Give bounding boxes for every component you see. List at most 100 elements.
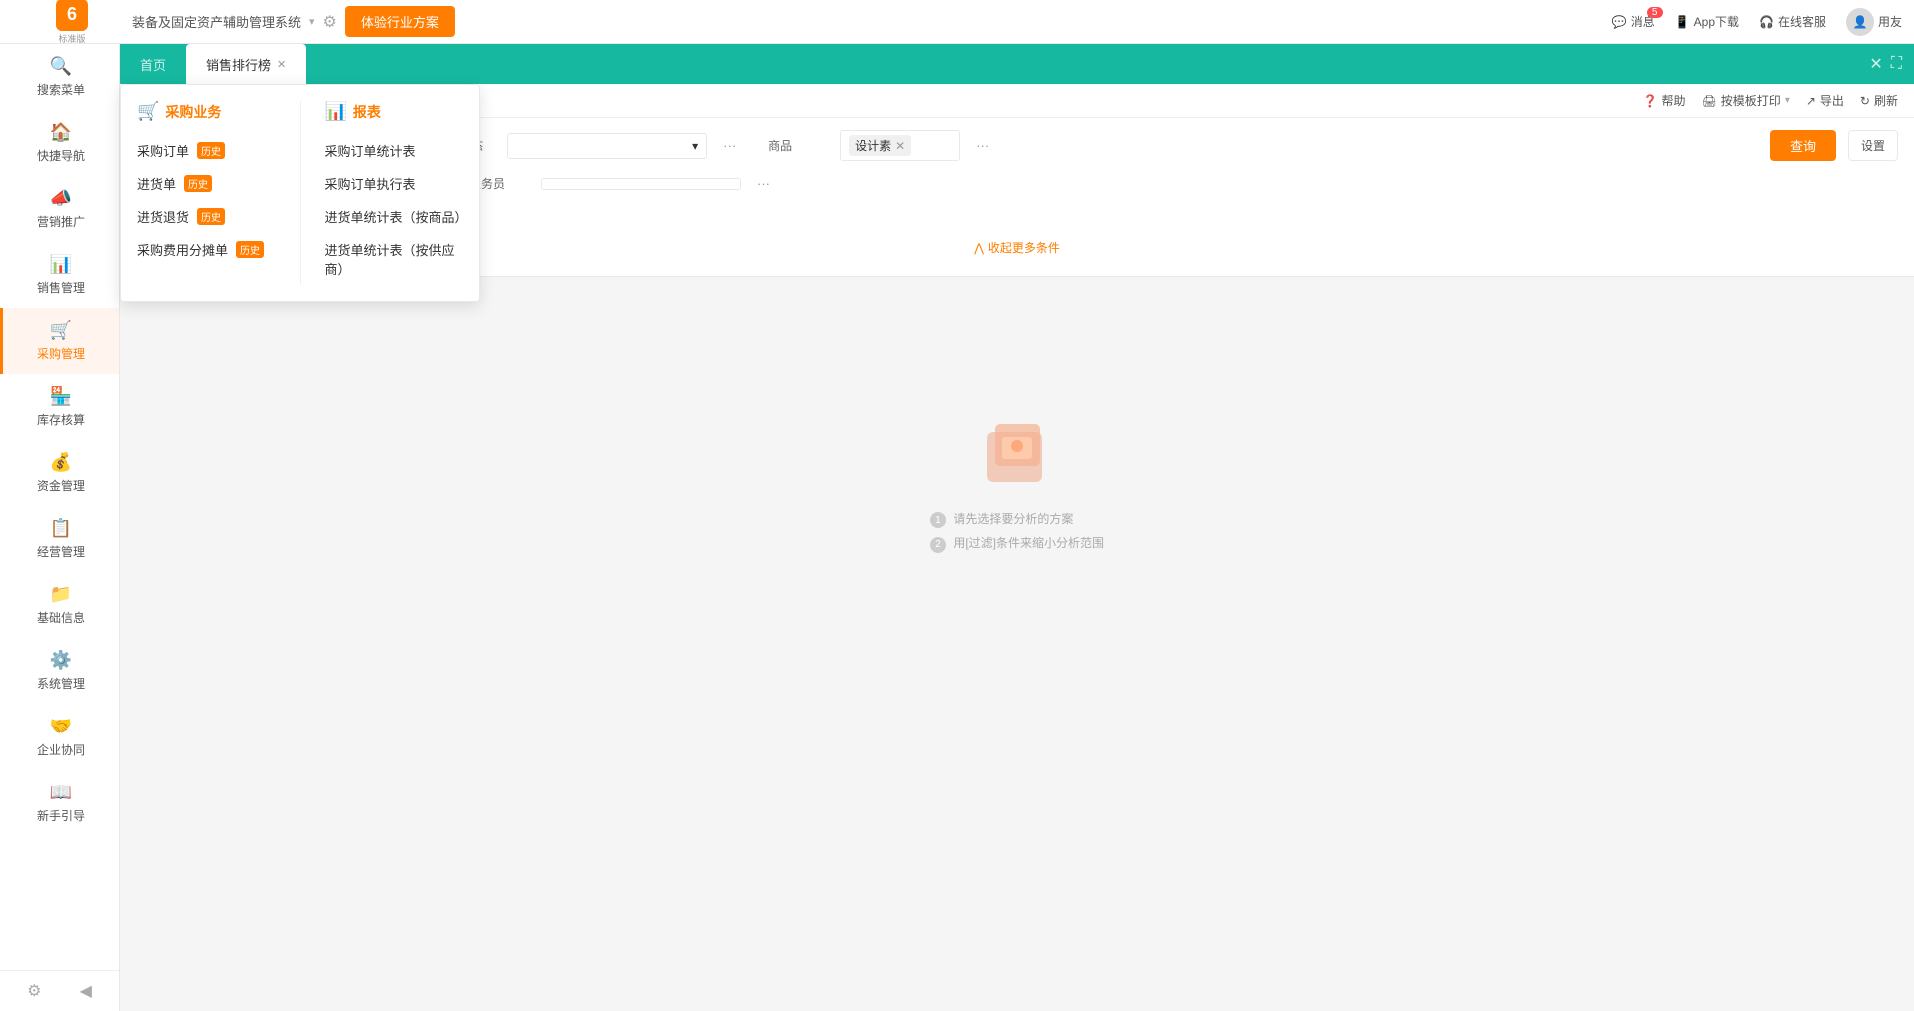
user-avatar: 👤 [1846, 8, 1874, 36]
tab-bar: 首页 销售排行榜 ✕ ✕ ⛶ [120, 44, 1914, 84]
sidebar-label-marketing: 营销推广 [37, 213, 85, 230]
money-icon: 💰 [50, 452, 72, 473]
phone-icon: 📱 [1675, 15, 1690, 29]
empty-hint-1: 1 请先选择要分析的方案 [930, 510, 1104, 529]
hist-badge-2: 历史 [184, 175, 212, 192]
top-bar: 6 标准版 装备及固定资产辅助管理系统 ▾ ⚙ 体验行业方案 💬 消息 5 📱 … [0, 0, 1914, 44]
app-title: 装备及固定资产辅助管理系统 [132, 12, 301, 31]
salesperson-dots[interactable]: ··· [757, 176, 770, 191]
report-icon: 📋 [50, 518, 72, 539]
sidebar-label-operations: 经营管理 [37, 543, 85, 560]
top-bar-right: 💬 消息 5 📱 App下载 🎧 在线客服 👤 用友 [1612, 8, 1902, 36]
dropdown-col-report: 📊 报表 采购订单统计表 采购订单执行表 进货单统计表（按商品） 进货单统计表（… [325, 101, 464, 285]
refresh-icon: ↻ [1860, 94, 1870, 108]
tab-sales-rank[interactable]: 销售排行榜 ✕ [186, 44, 306, 84]
export-btn[interactable]: ↗ 导出 [1806, 92, 1844, 109]
order-status-select[interactable]: ▾ [507, 133, 707, 159]
sidebar-item-system[interactable]: ⚙️ 系统管理 [0, 638, 119, 704]
title-dropdown-arrow[interactable]: ▾ [309, 15, 315, 28]
dropdown-item-goods-receipt[interactable]: 进货单 历史 [137, 167, 276, 200]
help-icon: ❓ [1643, 94, 1658, 108]
dropdown-item-report-3[interactable]: 进货单统计表（按商品） [325, 200, 464, 233]
dropdown-item-purchase-order[interactable]: 采购订单 历史 [137, 134, 276, 167]
sidebar-item-basic-info[interactable]: 📁 基础信息 [0, 572, 119, 638]
dropdown-divider [300, 101, 301, 285]
app-download-btn[interactable]: 📱 App下载 [1675, 13, 1739, 30]
folder-icon: 📁 [50, 584, 72, 605]
dropdown-item-label: 进货单统计表（按商品） [325, 207, 464, 226]
sidebar-item-marketing[interactable]: 📣 营销推广 [0, 176, 119, 242]
dropdown-item-label: 进货单统计表（按供应商） [325, 240, 464, 278]
hist-badge-3: 历史 [197, 208, 225, 225]
print-icon: 🖨 [1702, 94, 1717, 108]
system-icon: ⚙️ [50, 650, 72, 671]
collapse-label: 收起更多条件 [988, 239, 1060, 256]
goods-dots[interactable]: ··· [976, 138, 989, 153]
filter-actions: 查询 设置 [1770, 130, 1898, 161]
sidebar-label-enterprise: 企业协同 [37, 741, 85, 758]
tab-bar-right: ✕ ⛶ [1869, 54, 1914, 74]
empty-hint-2: 2 用[过滤]条件来缩小分析范围 [930, 534, 1104, 553]
dropdown-item-label: 采购费用分摊单 [137, 240, 228, 259]
dropdown-col2-title: 📊 报表 [325, 101, 464, 122]
logo-sub: 标准版 [58, 32, 85, 45]
sidebar-item-inventory[interactable]: 🏪 库存核算 [0, 374, 119, 440]
dropdown-item-label: 采购订单执行表 [325, 174, 416, 193]
dropdown-item-report-1[interactable]: 采购订单统计表 [325, 134, 464, 167]
tab-close-window-btn[interactable]: ✕ [1869, 54, 1882, 74]
sidebar-item-enterprise[interactable]: 🤝 企业协同 [0, 704, 119, 770]
dropdown-item-report-4[interactable]: 进货单统计表（按供应商） [325, 233, 464, 285]
query-btn[interactable]: 查询 [1770, 130, 1836, 161]
sidebar-item-sales[interactable]: 📊 销售管理 [0, 242, 119, 308]
dropdown-col1-title: 🛒 采购业务 [137, 101, 276, 122]
goods-tag: 设计素 ✕ [849, 135, 911, 156]
messages-btn[interactable]: 💬 消息 5 [1612, 13, 1655, 30]
hist-badge-4: 历史 [236, 241, 264, 258]
dropdown-item-purchase-fee[interactable]: 采购费用分摊单 历史 [137, 233, 276, 266]
message-icon: 💬 [1612, 15, 1627, 29]
goods-tag-close[interactable]: ✕ [895, 139, 905, 153]
order-status-dots[interactable]: ··· [723, 138, 736, 153]
print-dropdown-icon: ▾ [1785, 95, 1790, 106]
title-settings-icon[interactable]: ⚙ [323, 12, 337, 32]
dropdown-item-label: 采购订单 [137, 141, 189, 160]
industry-btn[interactable]: 体验行业方案 [345, 6, 455, 37]
logo-icon: 6 [56, 0, 88, 31]
empty-state: 1 请先选择要分析的方案 2 用[过滤]条件来缩小分析范围 [120, 277, 1914, 677]
collapse-up-arrow: ⋀ [974, 241, 984, 255]
handshake-icon: 🤝 [50, 716, 72, 737]
salesperson-select[interactable] [541, 178, 741, 190]
dropdown-item-goods-return[interactable]: 进货退货 历史 [137, 200, 276, 233]
purchase-dropdown-menu: 🛒 采购业务 采购订单 历史 进货单 历史 进货退货 历史 采购费用分摊单 历史… [120, 84, 480, 302]
goods-label: 商品 [768, 137, 828, 154]
sidebar-item-finance[interactable]: 💰 资金管理 [0, 440, 119, 506]
sidebar-item-purchase[interactable]: 🛒 采购管理 [0, 308, 119, 374]
tab-expand-btn[interactable]: ⛶ [1891, 55, 1902, 73]
tab-home-label: 首页 [140, 55, 166, 74]
refresh-btn[interactable]: ↻ 刷新 [1860, 92, 1898, 109]
dropdown-item-report-2[interactable]: 采购订单执行表 [325, 167, 464, 200]
store-icon: 🏪 [50, 386, 72, 407]
sidebar-item-nav[interactable]: 🏠 快捷导航 [0, 110, 119, 176]
settings-btn[interactable]: 设置 [1848, 130, 1898, 161]
messages-badge: 5 [1647, 7, 1663, 18]
tab-sales-rank-label: 销售排行榜 [206, 55, 271, 74]
sidebar-item-guide[interactable]: 📖 新手引导 [0, 770, 119, 836]
help-btn[interactable]: ❓ 帮助 [1643, 92, 1686, 109]
export-icon: ↗ [1806, 94, 1816, 108]
sidebar-item-operations[interactable]: 📋 经营管理 [0, 506, 119, 572]
sidebar-label-sales: 销售管理 [37, 279, 85, 296]
dropdown-col-purchase: 🛒 采购业务 采购订单 历史 进货单 历史 进货退货 历史 采购费用分摊单 历史 [137, 101, 276, 285]
order-status-chevron: ▾ [692, 139, 698, 153]
tab-close-icon[interactable]: ✕ [277, 58, 286, 71]
dropdown-item-label: 进货退货 [137, 207, 189, 226]
print-btn[interactable]: 🖨 按模板打印 ▾ [1702, 92, 1790, 109]
sidebar-item-search[interactable]: 🔍 搜索菜单 [0, 44, 119, 110]
empty-illustration [967, 402, 1067, 502]
sidebar: 🔍 搜索菜单 🏠 快捷导航 📣 营销推广 📊 销售管理 🛒 采购管理 🏪 库存核… [0, 44, 120, 1011]
online-service-btn[interactable]: 🎧 在线客服 [1759, 13, 1826, 30]
tab-home[interactable]: 首页 [120, 44, 186, 84]
dropdown-col1-icon: 🛒 [137, 101, 159, 122]
sidebar-label-system: 系统管理 [37, 675, 85, 692]
user-btn[interactable]: 👤 用友 [1846, 8, 1902, 36]
